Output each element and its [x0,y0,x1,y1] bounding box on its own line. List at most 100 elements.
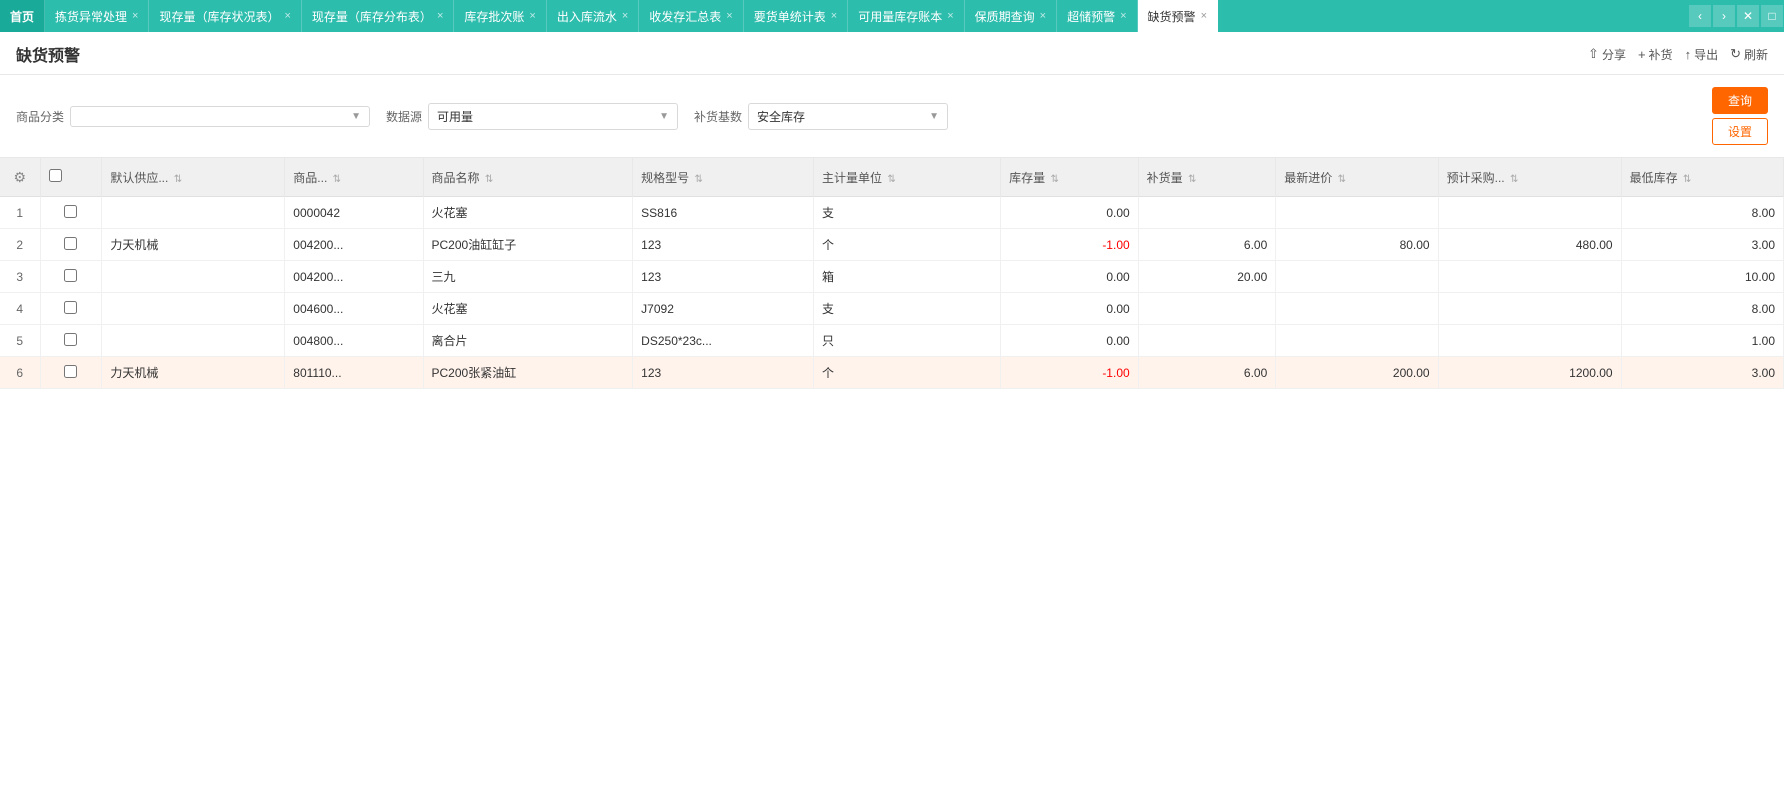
row-checkbox-cell[interactable] [40,261,102,293]
tab-stock-status-close[interactable]: × [284,10,290,22]
row-min-stock-cell: 3.00 [1621,229,1783,261]
table-row[interactable]: 5 004800... 离合片 DS250*23c... 只 0.00 1.00 [0,325,1784,357]
tab-stock-dist-close[interactable]: × [437,10,443,22]
tab-overstock-close[interactable]: × [1120,10,1126,22]
row-checkbox[interactable] [64,269,77,282]
row-num-cell: 3 [0,261,40,293]
tab-shortage-close[interactable]: × [1201,10,1207,22]
settings-button[interactable]: 设置 [1712,118,1768,145]
tab-maximize-btn[interactable]: □ [1761,5,1783,27]
tab-available-close[interactable]: × [947,10,953,22]
col-stock[interactable]: 库存量 ⇅ [1001,158,1139,197]
tab-expire[interactable]: 保质期查询 × [965,0,1057,32]
tab-abnormal[interactable]: 拣货异常处理 × [45,0,149,32]
col-latest-price[interactable]: 最新进价 ⇅ [1276,158,1438,197]
column-settings-icon[interactable]: ⚙ [9,166,31,188]
col-est-purchase[interactable]: 预计采购... ⇅ [1438,158,1621,197]
tab-expire-close[interactable]: × [1040,10,1046,22]
tab-collect[interactable]: 收发存汇总表 × [639,0,743,32]
row-checkbox[interactable] [64,301,77,314]
row-latest-price-cell [1276,261,1438,293]
table-row[interactable]: 1 0000042 火花塞 SS816 支 0.00 8.00 [0,197,1784,229]
col-settings[interactable]: ⚙ [0,158,40,197]
tab-scroll-left-btn[interactable]: ‹ [1689,5,1711,27]
replenish-base-select[interactable]: 安全库存 ▼ [748,103,948,130]
row-replenish-cell [1138,325,1276,357]
row-replenish-cell: 6.00 [1138,229,1276,261]
row-checkbox-cell[interactable] [40,357,102,389]
row-supplier-cell [102,293,285,325]
col-min-stock[interactable]: 最低库存 ⇅ [1621,158,1783,197]
row-supplier-cell [102,325,285,357]
row-checkbox-cell[interactable] [40,293,102,325]
table-row[interactable]: 2 力天机械 004200... PC200油缸缸子 123 个 -1.00 6… [0,229,1784,261]
filter-bar: 商品分类 ▼ 数据源 可用量 ▼ 补货基数 安全库存 ▼ 查询 设置 [0,75,1784,158]
col-unit[interactable]: 主计量单位 ⇅ [814,158,1001,197]
row-checkbox[interactable] [64,333,77,346]
tab-abnormal-close[interactable]: × [132,10,138,22]
row-stock-cell: 0.00 [1001,325,1139,357]
tab-collect-close[interactable]: × [726,10,732,22]
col-name-sort-icon: ⇅ [485,174,493,185]
tab-stock-status[interactable]: 现存量（库存状况表） × [149,0,301,32]
col-replenish-sort-icon: ⇅ [1188,174,1196,185]
col-replenish-label: 补货量 [1147,171,1183,185]
row-checkbox-cell[interactable] [40,325,102,357]
tab-batch-close[interactable]: × [529,10,535,22]
col-spec[interactable]: 规格型号 ⇅ [633,158,814,197]
share-button[interactable]: ⇧ 分享 [1588,46,1626,63]
datasource-select[interactable]: 可用量 ▼ [428,103,678,130]
col-code-sort-icon: ⇅ [333,174,341,185]
main-content: 缺货预警 ⇧ 分享 + 补货 ↑ 导出 ↻ 刷新 商品分类 [0,32,1784,796]
col-supplier[interactable]: 默认供应... ⇅ [102,158,285,197]
datasource-select-value: 可用量 [437,108,473,125]
tab-order-stat-close[interactable]: × [831,10,837,22]
refresh-icon: ↻ [1730,46,1741,62]
tab-available[interactable]: 可用量库存账本 × [848,0,964,32]
row-replenish-cell [1138,197,1276,229]
replenish-base-dropdown-icon: ▼ [929,111,939,122]
row-spec-cell: 123 [633,357,814,389]
row-replenish-cell: 6.00 [1138,357,1276,389]
col-spec-label: 规格型号 [641,171,689,185]
tab-close-all-btn[interactable]: ✕ [1737,5,1759,27]
table-row[interactable]: 3 004200... 三九 123 箱 0.00 20.00 10.00 [0,261,1784,293]
replenish-base-value: 安全库存 [757,108,805,125]
row-checkbox[interactable] [64,365,77,378]
tab-shortage[interactable]: 缺货预警 × [1138,0,1218,32]
select-all-checkbox[interactable] [49,169,62,182]
header-actions: ⇧ 分享 + 补货 ↑ 导出 ↻ 刷新 [1588,46,1768,63]
tab-order-stat[interactable]: 要货单统计表 × [744,0,848,32]
export-icon: ↑ [1685,47,1692,62]
replenish-button[interactable]: + 补货 [1638,46,1673,63]
col-est-purchase-label: 预计采购... [1447,171,1505,185]
tab-flow[interactable]: 出入库流水 × [547,0,639,32]
col-code[interactable]: 商品... ⇅ [285,158,423,197]
refresh-button[interactable]: ↻ 刷新 [1730,46,1768,63]
row-spec-cell: SS816 [633,197,814,229]
row-min-stock-cell: 3.00 [1621,357,1783,389]
export-button[interactable]: ↑ 导出 [1685,46,1719,63]
category-select[interactable]: ▼ [70,106,370,127]
tab-nav-controls: ‹ › ✕ □ [1688,5,1784,27]
row-checkbox-cell[interactable] [40,229,102,261]
tab-scroll-right-btn[interactable]: › [1713,5,1735,27]
row-spec-cell: DS250*23c... [633,325,814,357]
row-checkbox[interactable] [64,205,77,218]
row-checkbox-cell[interactable] [40,197,102,229]
col-name[interactable]: 商品名称 ⇅ [423,158,633,197]
tab-flow-close[interactable]: × [622,10,628,22]
row-min-stock-cell: 1.00 [1621,325,1783,357]
replenish-base-label: 补货基数 [694,108,742,125]
tab-batch[interactable]: 库存批次账 × [454,0,546,32]
query-button[interactable]: 查询 [1712,87,1768,114]
row-checkbox[interactable] [64,237,77,250]
row-code-cell: 004200... [285,229,423,261]
tab-home[interactable]: 首页 [0,0,45,32]
table-row[interactable]: 4 004600... 火花塞 J7092 支 0.00 8.00 [0,293,1784,325]
tab-stock-status-label: 现存量（库存状况表） [159,8,279,25]
table-row[interactable]: 6 力天机械 801110... PC200张紧油缸 123 个 -1.00 6… [0,357,1784,389]
tab-stock-dist[interactable]: 现存量（库存分布表） × [302,0,454,32]
tab-overstock[interactable]: 超储预警 × [1057,0,1137,32]
col-replenish[interactable]: 补货量 ⇅ [1138,158,1276,197]
